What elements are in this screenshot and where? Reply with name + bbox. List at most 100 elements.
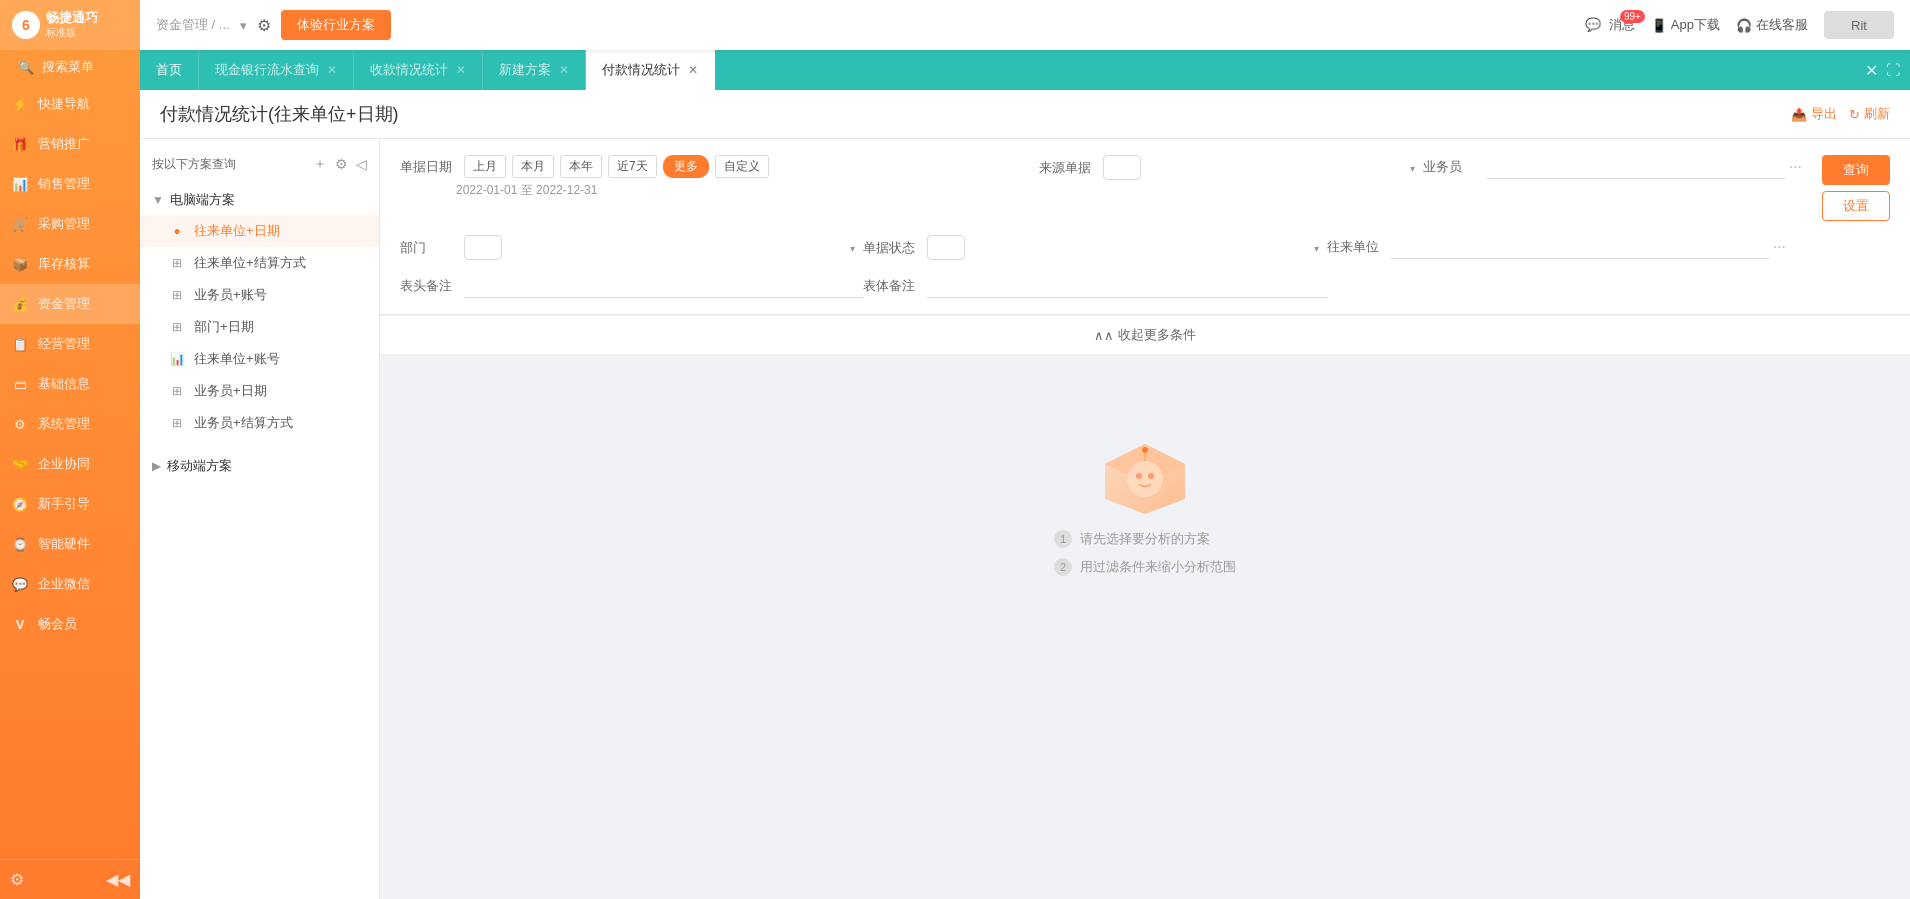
tip-num-2: 2 — [1054, 558, 1072, 576]
page-title: 付款情况统计(往来单位+日期) — [160, 102, 399, 126]
tab-payment-stat[interactable]: 付款情况统计 ✕ — [586, 50, 715, 90]
marketing-icon: 🎁 — [10, 134, 30, 154]
tab-receivable-close[interactable]: ✕ — [456, 63, 466, 77]
sidebar-item-cooperation[interactable]: 🤝 企业协同 — [0, 444, 140, 484]
sidebar-item-inventory[interactable]: 📦 库存核算 — [0, 244, 140, 284]
query-button[interactable]: 查询 — [1822, 155, 1890, 185]
sidebar-item-member[interactable]: V 畅会员 — [0, 604, 140, 644]
related-unit-input[interactable] — [1391, 235, 1769, 259]
sidebar-item-marketing[interactable]: 🎁 营销推广 — [0, 124, 140, 164]
tabs-maximize-icon[interactable]: ⛶ — [1886, 62, 1900, 78]
sidebar-item-wechat[interactable]: 💬 企业微信 — [0, 564, 140, 604]
sidebar-item-sales[interactable]: 📊 销售管理 — [0, 164, 140, 204]
plan-unit-date[interactable]: ● 往来单位+日期 — [140, 215, 379, 247]
sidebar-item-guide[interactable]: 🧭 新手引导 — [0, 484, 140, 524]
desktop-section: ▼ 电脑端方案 ● 往来单位+日期 ⊞ 往来单位+结算方式 ⊞ 业务员+账号 ⊞ — [140, 179, 379, 445]
plan-icon-6: ⊞ — [168, 382, 186, 400]
mobile-section-header[interactable]: ▶ 移动端方案 — [140, 451, 379, 481]
plan-dept-date[interactable]: ⊞ 部门+日期 — [140, 311, 379, 343]
dept-chevron: ▾ — [850, 242, 855, 253]
refresh-button[interactable]: ↻ 刷新 — [1849, 105, 1890, 123]
app-download-button[interactable]: 📱 App下载 — [1651, 16, 1720, 34]
sidebar-item-operations[interactable]: 📋 经营管理 — [0, 324, 140, 364]
dept-select[interactable] — [464, 235, 502, 260]
plan-unit-account[interactable]: 📊 往来单位+账号 — [140, 343, 379, 375]
content-area: 按以下方案查询 ＋ ⚙ ◁ ▼ 电脑端方案 ● 往来单位+日期 ⊞ 往来单位+结… — [140, 139, 1910, 899]
section-expand-icon: ▼ — [152, 193, 164, 207]
sidebar-item-basic-info[interactable]: 🗃 基础信息 — [0, 364, 140, 404]
tab-home[interactable]: 首页 — [140, 50, 199, 90]
doc-status-filter: 单据状态 ▾ — [863, 235, 1326, 260]
right-panel: 单据日期 上月 本月 本年 近7天 更多 自定义 2022-01-01 至 20… — [380, 139, 1910, 899]
source-select[interactable] — [1103, 155, 1141, 180]
page-actions: 📤 导出 ↻ 刷新 — [1791, 105, 1890, 123]
collapse-sidebar-icon[interactable]: ◀◀ — [106, 870, 130, 889]
date-last-7days[interactable]: 近7天 — [608, 155, 657, 178]
svg-point-2 — [1127, 461, 1163, 497]
date-more[interactable]: 更多 — [663, 155, 709, 178]
export-icon: 📤 — [1791, 107, 1807, 122]
user-avatar[interactable]: Rit — [1824, 11, 1894, 39]
tab-receivable[interactable]: 收款情况统计 ✕ — [354, 50, 483, 90]
dropdown-icon[interactable]: ▾ — [240, 18, 247, 33]
date-last-month[interactable]: 上月 — [464, 155, 506, 178]
wechat-icon: 💬 — [10, 574, 30, 594]
tab-new-plan-close[interactable]: ✕ — [559, 63, 569, 77]
body-note-input[interactable] — [927, 274, 1326, 298]
add-plan-button[interactable]: ＋ — [313, 155, 327, 173]
purchase-icon: 🛒 — [10, 214, 30, 234]
support-button[interactable]: 🎧 在线客服 — [1736, 16, 1808, 34]
message-button[interactable]: 💬 99+ 消息 — [1585, 16, 1635, 34]
export-button[interactable]: 📤 导出 — [1791, 105, 1837, 123]
plan-unit-settlement[interactable]: ⊞ 往来单位+结算方式 — [140, 247, 379, 279]
breadcrumb: 资金管理 / ... — [156, 16, 230, 34]
tabs-close-all-icon[interactable]: ✕ — [1865, 61, 1878, 80]
settings-bottom-icon[interactable]: ⚙ — [10, 870, 24, 889]
header-note-input[interactable] — [464, 274, 863, 298]
sidebar-item-finance[interactable]: 💰 资金管理 — [0, 284, 140, 324]
plan-icon-4: ⊞ — [168, 318, 186, 336]
sidebar-item-hardware[interactable]: ⌚ 智能硬件 — [0, 524, 140, 564]
panel-toolbar: 按以下方案查询 ＋ ⚙ ◁ — [140, 149, 379, 179]
operations-icon: 📋 — [10, 334, 30, 354]
related-unit-dots-button[interactable]: ··· — [1769, 238, 1790, 256]
doc-status-select[interactable] — [927, 235, 965, 260]
date-filter: 单据日期 上月 本月 本年 近7天 更多 自定义 2022-01-01 至 20… — [400, 155, 1039, 199]
mobile-expand-icon: ▶ — [152, 459, 161, 473]
sidebar-item-purchase[interactable]: 🛒 采购管理 — [0, 204, 140, 244]
tab-payment-stat-close[interactable]: ✕ — [688, 63, 698, 77]
search-icon: 🔍 — [18, 60, 34, 75]
staff-input[interactable] — [1487, 155, 1785, 179]
empty-tips: 1 请先选择要分析的方案 2 用过滤条件来缩小分析范围 — [1054, 530, 1236, 576]
main-content: 付款情况统计(往来单位+日期) 📤 导出 ↻ 刷新 按以下方案查询 ＋ ⚙ ◁ — [140, 90, 1910, 899]
guide-icon: 🧭 — [10, 494, 30, 514]
sidebar-item-quick-nav[interactable]: ⚡ 快捷导航 — [0, 84, 140, 124]
basic-info-icon: 🗃 — [10, 374, 30, 394]
tab-bank[interactable]: 现金银行流水查询 ✕ — [199, 50, 354, 90]
plan-employee-date[interactable]: ⊞ 业务员+日期 — [140, 375, 379, 407]
header-right: 💬 99+ 消息 📱 App下载 🎧 在线客服 Rit — [1585, 11, 1894, 39]
svg-point-6 — [1142, 447, 1148, 453]
panel-collapse-button[interactable]: ◁ — [356, 156, 367, 172]
tab-bank-close[interactable]: ✕ — [327, 63, 337, 77]
filter-buttons: 查询 设置 — [1806, 155, 1890, 221]
header-left: 资金管理 / ... ▾ ⚙ 体验行业方案 — [156, 10, 391, 40]
date-this-month[interactable]: 本月 — [512, 155, 554, 178]
sidebar-item-search[interactable]: 🔍 搜索菜单 — [0, 50, 140, 84]
settings-button[interactable]: 设置 — [1822, 191, 1890, 221]
tab-new-plan[interactable]: 新建方案 ✕ — [483, 50, 586, 90]
page-header: 付款情况统计(往来单位+日期) 📤 导出 ↻ 刷新 — [140, 90, 1910, 139]
left-panel: 按以下方案查询 ＋ ⚙ ◁ ▼ 电脑端方案 ● 往来单位+日期 ⊞ 往来单位+结… — [140, 139, 380, 899]
plan-employee-account[interactable]: ⊞ 业务员+账号 — [140, 279, 379, 311]
trial-button[interactable]: 体验行业方案 — [281, 10, 391, 40]
settings-icon[interactable]: ⚙ — [257, 16, 271, 35]
plan-settings-button[interactable]: ⚙ — [335, 156, 348, 172]
date-custom[interactable]: 自定义 — [715, 155, 769, 178]
desktop-section-header[interactable]: ▼ 电脑端方案 — [140, 185, 379, 215]
date-this-year[interactable]: 本年 — [560, 155, 602, 178]
collapse-conditions-button[interactable]: ∧∧ 收起更多条件 — [380, 315, 1910, 354]
plan-employee-settlement[interactable]: ⊞ 业务员+结算方式 — [140, 407, 379, 439]
sidebar-item-system[interactable]: ⚙ 系统管理 — [0, 404, 140, 444]
staff-dots-button[interactable]: ··· — [1785, 158, 1806, 176]
collapse-up-icon: ∧∧ — [1094, 328, 1114, 343]
